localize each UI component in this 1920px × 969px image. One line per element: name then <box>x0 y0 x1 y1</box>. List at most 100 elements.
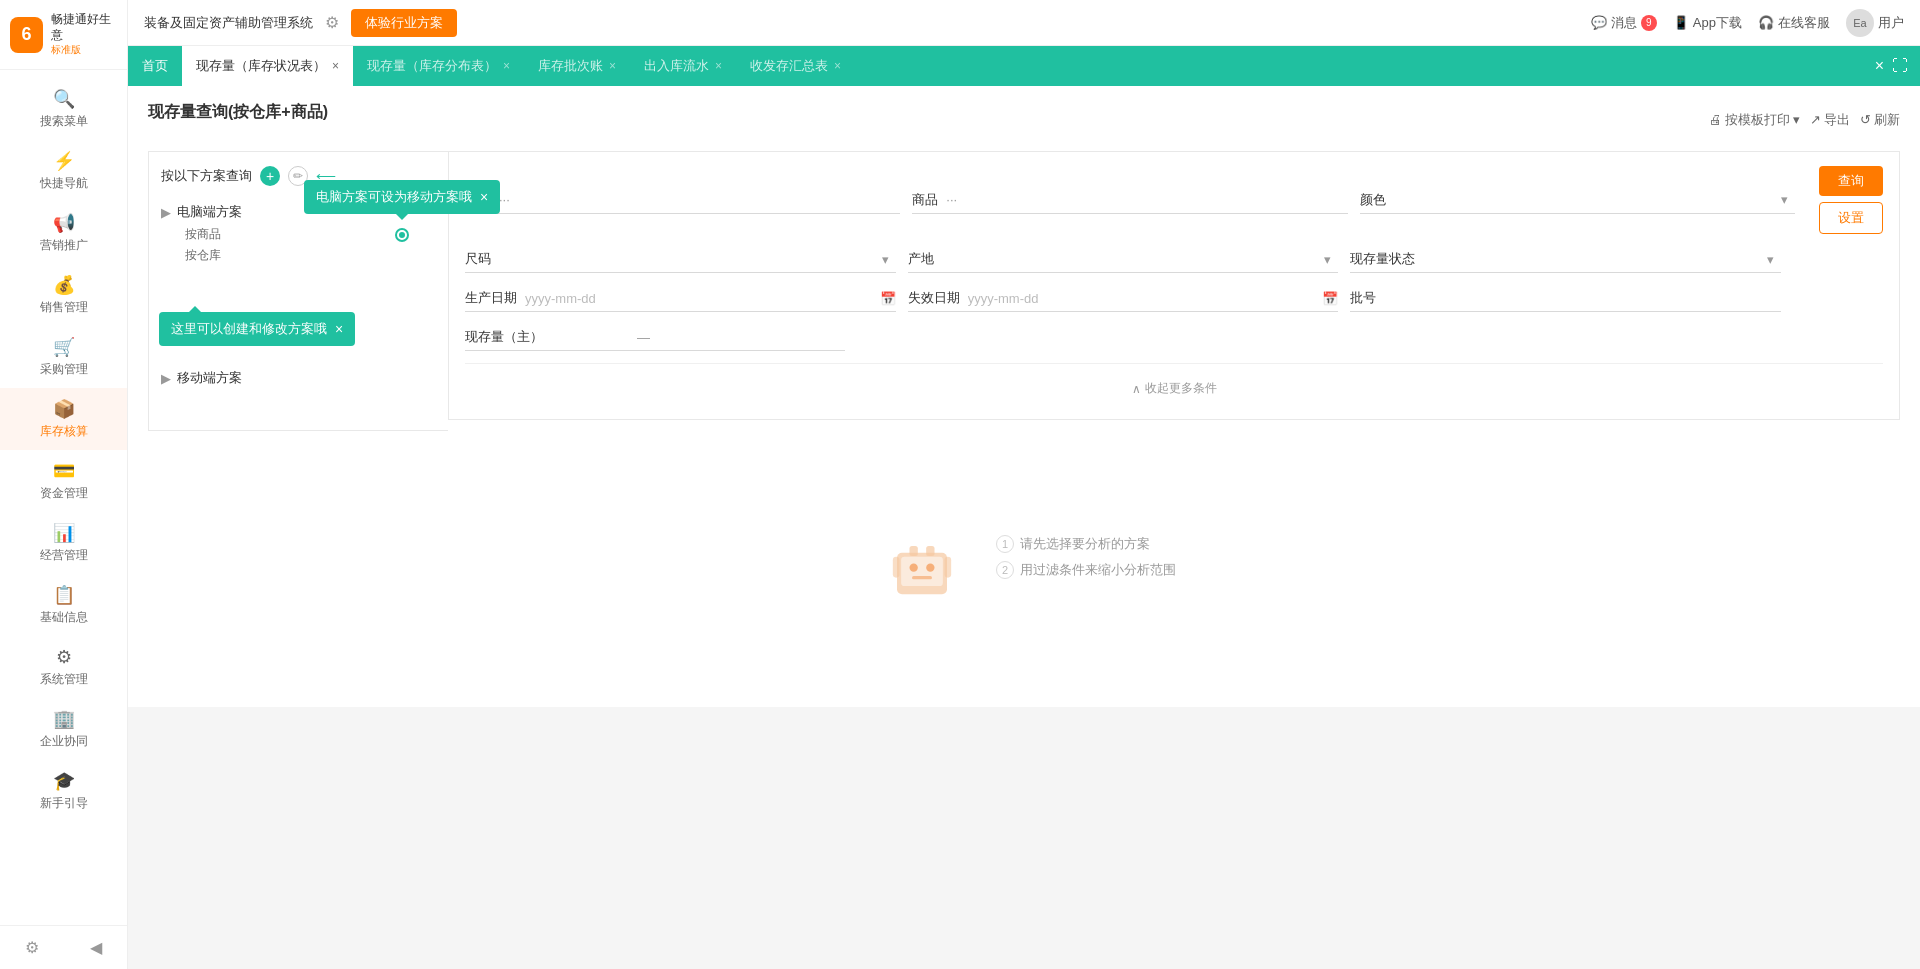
collapse-sidebar-btn[interactable]: ◀ <box>90 938 102 957</box>
inventory-icon: 📦 <box>53 398 75 420</box>
scheme-mobile-arrow: ▶ <box>161 371 171 386</box>
scheme-mobile-parent[interactable]: ▶ 移动端方案 <box>161 366 436 390</box>
sidebar-item-guide[interactable]: 🎓 新手引导 <box>0 760 127 822</box>
close-all-tabs-btn[interactable]: × <box>1875 57 1884 75</box>
svg-rect-7 <box>893 557 900 578</box>
export-btn[interactable]: ↗ 导出 <box>1810 111 1850 129</box>
scheme-panel: 按以下方案查询 + ✏ ⟵ 电脑方案可设为移动方案哦 × ▶ <box>148 151 448 431</box>
stock-status-select-icon[interactable]: ▾ <box>1767 252 1781 267</box>
tab-batch-account-close[interactable]: × <box>609 59 616 73</box>
sidebar-nav: 🔍 搜索菜单 ⚡ 快捷导航 📢 营销推广 💰 销售管理 🛒 采购管理 📦 库存核… <box>0 70 127 925</box>
production-date-calendar-icon[interactable]: 📅 <box>880 291 896 306</box>
filter-fields-panel: 仓库 ··· 商品 ··· 颜色 ▾ 查询 设置 <box>448 151 1900 420</box>
tooltip2-close[interactable]: × <box>335 321 343 337</box>
online-support-label: 在线客服 <box>1778 14 1830 32</box>
sidebar-item-system-label: 系统管理 <box>40 671 88 688</box>
sidebar-item-quick[interactable]: ⚡ 快捷导航 <box>0 140 127 202</box>
svg-rect-8 <box>945 557 952 578</box>
message-btn[interactable]: 💬 消息 9 <box>1591 14 1657 32</box>
add-scheme-btn[interactable]: + <box>260 166 280 186</box>
sidebar-item-sales-label: 销售管理 <box>40 299 88 316</box>
tooltip1-text: 电脑方案可设为移动方案哦 <box>316 188 472 206</box>
tab-in-out-flow[interactable]: 出入库流水 × <box>630 46 736 86</box>
warehouse-dots[interactable]: ··· <box>499 192 510 207</box>
username: 用户 <box>1878 14 1904 32</box>
filter-section: 按以下方案查询 + ✏ ⟵ 电脑方案可设为移动方案哦 × ▶ <box>148 151 1900 431</box>
tab-receive-summary[interactable]: 收发存汇总表 × <box>736 46 855 86</box>
user-area[interactable]: Ea 用户 <box>1846 9 1904 37</box>
tab-inventory-dist-close[interactable]: × <box>503 59 510 73</box>
stock-main-from[interactable] <box>551 330 631 345</box>
empty-tips: 1 请先选择要分析的方案 2 用过滤条件来缩小分析范围 <box>996 535 1176 587</box>
stock-main-to[interactable] <box>656 330 736 345</box>
batch-input[interactable] <box>1384 291 1781 306</box>
production-date-label: 生产日期 <box>465 289 517 307</box>
size-select-icon[interactable]: ▾ <box>882 252 896 267</box>
sidebar-item-sales[interactable]: 💰 销售管理 <box>0 264 127 326</box>
origin-select-icon[interactable]: ▾ <box>1324 252 1338 267</box>
tab-inventory-status[interactable]: 现存量（库存状况表） × <box>182 46 353 86</box>
color-select-icon[interactable]: ▾ <box>1781 192 1795 207</box>
system-gear-icon[interactable]: ⚙ <box>325 13 339 32</box>
tab-batch-account[interactable]: 库存批次账 × <box>524 46 630 86</box>
sidebar-item-finance[interactable]: 💳 资金管理 <box>0 450 127 512</box>
app-download-btn[interactable]: 📱 App下载 <box>1673 14 1742 32</box>
origin-label: 产地 <box>908 250 934 268</box>
tab-receive-summary-close[interactable]: × <box>834 59 841 73</box>
svg-point-2 <box>910 564 918 572</box>
online-support-btn[interactable]: 🎧 在线客服 <box>1758 14 1830 32</box>
sidebar-item-search[interactable]: 🔍 搜索菜单 <box>0 78 127 140</box>
print-btn[interactable]: 🖨 按模板打印 ▾ <box>1709 111 1800 129</box>
expiry-date-calendar-icon[interactable]: 📅 <box>1322 291 1338 306</box>
tooltip1-close[interactable]: × <box>480 189 488 205</box>
tab-home[interactable]: 首页 <box>128 46 182 86</box>
reset-btn[interactable]: 设置 <box>1819 202 1883 234</box>
tab-in-out-flow-close[interactable]: × <box>715 59 722 73</box>
filter-field-origin: 产地 ▾ <box>908 246 1339 273</box>
settings-bottom-btn[interactable]: ⚙ <box>25 938 39 957</box>
print-icon: 🖨 <box>1709 112 1722 127</box>
avatar: Ea <box>1846 9 1874 37</box>
industry-btn[interactable]: 体验行业方案 <box>351 9 457 37</box>
scheme-desktop-child2[interactable]: 按仓库 <box>185 245 436 266</box>
scheme-desktop-label: 电脑端方案 <box>177 203 242 221</box>
sidebar-item-marketing-label: 营销推广 <box>40 237 88 254</box>
collapse-more-btn[interactable]: ∧ 收起更多条件 <box>465 372 1883 405</box>
connector-dot <box>397 230 407 240</box>
maximize-btn[interactable]: ⛶ <box>1892 57 1908 75</box>
search-btn[interactable]: 查询 <box>1819 166 1883 196</box>
sidebar-item-company[interactable]: 🏢 企业协同 <box>0 698 127 760</box>
page-title: 现存量查询(按仓库+商品) <box>148 102 328 123</box>
refresh-btn[interactable]: ↺ 刷新 <box>1860 111 1900 129</box>
header-left: 装备及固定资产辅助管理系统 ⚙ 体验行业方案 <box>144 9 457 37</box>
product-dots[interactable]: ··· <box>946 192 957 207</box>
filter-row-4: 现存量（主） — <box>465 324 1883 351</box>
filter-divider <box>465 363 1883 364</box>
empty-tip-2: 2 用过滤条件来缩小分析范围 <box>996 561 1176 579</box>
color-label: 颜色 <box>1360 191 1386 209</box>
filter-field-warehouse: 仓库 ··· <box>465 187 900 214</box>
sidebar-item-system[interactable]: ⚙ 系统管理 <box>0 636 127 698</box>
batch-label: 批号 <box>1350 289 1376 307</box>
sidebar-item-inventory[interactable]: 📦 库存核算 <box>0 388 127 450</box>
expiry-date-input[interactable] <box>968 291 1323 306</box>
stock-main-separator: — <box>631 330 656 345</box>
tab-inventory-dist[interactable]: 现存量（库存分布表） × <box>353 46 524 86</box>
tab-receive-summary-label: 收发存汇总表 <box>750 57 828 75</box>
header: 装备及固定资产辅助管理系统 ⚙ 体验行业方案 💬 消息 9 📱 App下载 🎧 … <box>128 0 1920 46</box>
sidebar-item-base[interactable]: 📋 基础信息 <box>0 574 127 636</box>
sidebar-item-quick-label: 快捷导航 <box>40 175 88 192</box>
tab-home-label: 首页 <box>142 57 168 75</box>
message-label: 消息 <box>1611 14 1637 32</box>
sidebar-item-purchase[interactable]: 🛒 采购管理 <box>0 326 127 388</box>
tabs-right-actions: × ⛶ <box>1875 57 1920 75</box>
sidebar-item-business[interactable]: 📊 经营管理 <box>0 512 127 574</box>
stock-status-label: 现存量状态 <box>1350 250 1415 268</box>
sidebar-item-company-label: 企业协同 <box>40 733 88 750</box>
tab-inventory-status-close[interactable]: × <box>332 59 339 73</box>
guide-icon: 🎓 <box>53 770 75 792</box>
export-icon: ↗ <box>1810 112 1821 127</box>
sidebar-item-marketing[interactable]: 📢 营销推广 <box>0 202 127 264</box>
production-date-input[interactable] <box>525 291 880 306</box>
tip-num-1: 1 <box>996 535 1014 553</box>
